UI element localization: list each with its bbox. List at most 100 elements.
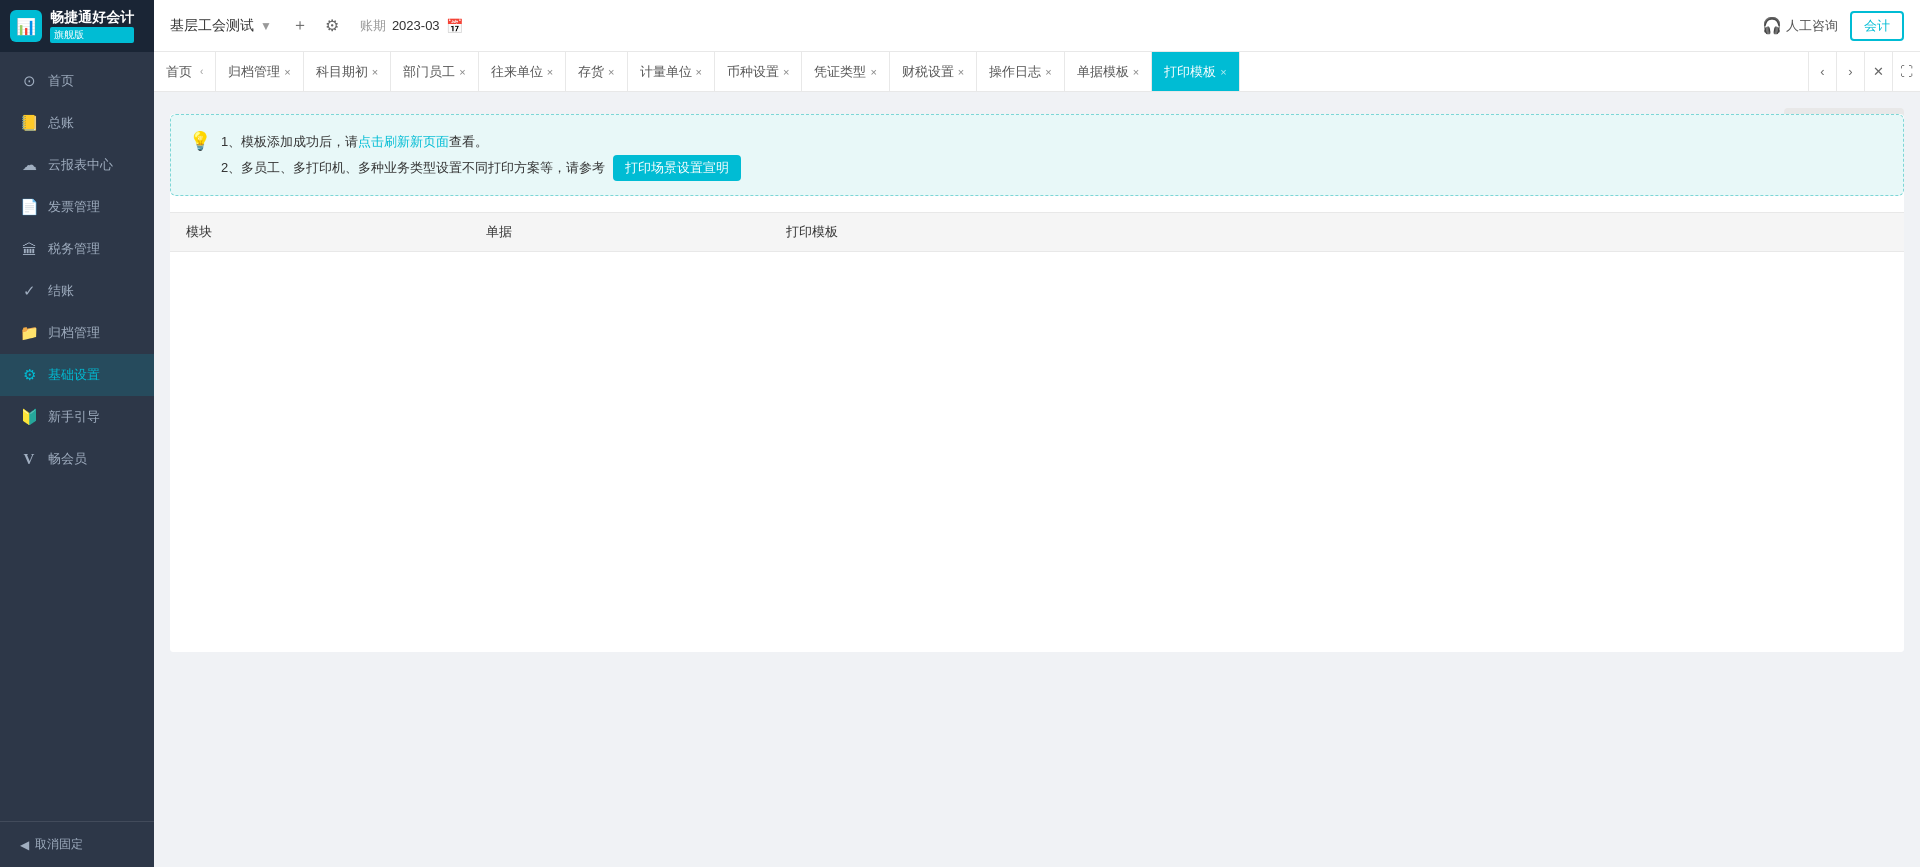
tab-counterparty[interactable]: 往来单位 ×	[479, 52, 566, 92]
topbar: 基层工会测试 ▼ ＋ ⚙ 账期 2023-03 📅 🎧 人工咨询 会计	[154, 0, 1920, 52]
tab-currency[interactable]: 币种设置 ×	[715, 52, 802, 92]
tab-voucher-type-close-icon[interactable]: ×	[870, 66, 876, 78]
sidebar-item-home[interactable]: ⊙ 首页	[0, 60, 154, 102]
tab-print-template-label: 打印模板	[1164, 63, 1216, 81]
settings-icon: ⚙	[20, 366, 38, 384]
topbar-project[interactable]: 基层工会测试 ▼	[170, 17, 272, 35]
tab-home-label: 首页	[166, 63, 192, 81]
ledger-icon: 📒	[20, 114, 38, 132]
topbar-right: 🎧 人工咨询 会计	[1762, 11, 1904, 41]
sidebar-item-label-member: 畅会员	[48, 450, 87, 468]
sidebar-item-tax[interactable]: 🏛 税务管理	[0, 228, 154, 270]
tab-unit[interactable]: 计量单位 ×	[628, 52, 715, 92]
tab-subject-init-label: 科目期初	[316, 63, 368, 81]
notice-line1-before: 1、模板添加成功后，请	[221, 134, 358, 149]
sidebar-item-label-reports: 云报表中心	[48, 156, 113, 174]
sidebar-item-label-guide: 新手引导	[48, 408, 100, 426]
print-scene-button[interactable]: 打印场景设置宣明	[613, 155, 741, 181]
reports-icon: ☁	[20, 156, 38, 174]
tab-op-log-label: 操作日志	[989, 63, 1041, 81]
guide-icon: 🔰	[20, 408, 38, 426]
tab-subject-init[interactable]: 科目期初 ×	[304, 52, 391, 92]
tab-single-voucher-label: 单据模板	[1077, 63, 1129, 81]
sidebar-item-member[interactable]: V 畅会员	[0, 438, 154, 480]
main-area: 基层工会测试 ▼ ＋ ⚙ 账期 2023-03 📅 🎧 人工咨询 会计 首页 ‹…	[154, 0, 1920, 867]
archive-icon: 📁	[20, 324, 38, 342]
sidebar-item-guide[interactable]: 🔰 新手引导	[0, 396, 154, 438]
tab-single-voucher[interactable]: 单据模板 ×	[1065, 52, 1152, 92]
service-label: 人工咨询	[1786, 17, 1838, 35]
tab-fullscreen-button[interactable]: ⛶	[1892, 52, 1920, 92]
sidebar-item-ledger[interactable]: 📒 总账	[0, 102, 154, 144]
tab-counterparty-label: 往来单位	[491, 63, 543, 81]
sidebar-item-reports[interactable]: ☁ 云报表中心	[0, 144, 154, 186]
home-icon: ⊙	[20, 72, 38, 90]
unpin-icon: ◀	[20, 838, 29, 852]
content-wrapper: 💡 1、模板添加成功后，请点击刷新新页面查看。 2、多员工、多打印机、多种业务类…	[170, 114, 1904, 652]
tab-unit-close-icon[interactable]: ×	[696, 66, 702, 78]
table-col-print-template: 打印模板	[786, 223, 1888, 241]
notice-line2-before: 2、多员工、多打印机、多种业务类型设置不同打印方案等，请参考	[221, 160, 605, 175]
customer-service-button[interactable]: 🎧 人工咨询	[1762, 16, 1838, 35]
tab-department-label: 部门员工	[403, 63, 455, 81]
member-icon: V	[20, 451, 38, 468]
settings-gear-button[interactable]: ⚙	[320, 14, 344, 38]
project-name: 基层工会测试	[170, 17, 254, 35]
tab-op-log[interactable]: 操作日志 ×	[977, 52, 1064, 92]
period-label: 账期	[360, 17, 386, 35]
sidebar-nav: ⊙ 首页 📒 总账 ☁ 云报表中心 📄 发票管理 🏛 税务管理 ✓ 结账 📁 归…	[0, 52, 154, 821]
table-col-module: 模块	[186, 223, 486, 241]
app-name: 畅捷通好会计	[50, 9, 134, 26]
notice-refresh-link[interactable]: 点击刷新新页面	[358, 134, 449, 149]
tab-inventory-label: 存货	[578, 63, 604, 81]
tab-home[interactable]: 首页 ‹	[154, 52, 216, 92]
tab-op-log-close-icon[interactable]: ×	[1045, 66, 1051, 78]
tab-voucher-type-label: 凭证类型	[814, 63, 866, 81]
topbar-period: 账期 2023-03 📅	[360, 17, 463, 35]
tab-voucher-type[interactable]: 凭证类型 ×	[802, 52, 889, 92]
tab-close-all-button[interactable]: ✕	[1864, 52, 1892, 92]
tab-department[interactable]: 部门员工 ×	[391, 52, 478, 92]
sidebar-item-archive[interactable]: 📁 归档管理	[0, 312, 154, 354]
tab-currency-label: 币种设置	[727, 63, 779, 81]
tab-scroll-left-button[interactable]: ‹	[1808, 52, 1836, 92]
sidebar-item-label-invoice: 发票管理	[48, 198, 100, 216]
tab-subject-init-close-icon[interactable]: ×	[372, 66, 378, 78]
calendar-icon[interactable]: 📅	[446, 18, 463, 34]
tab-tax-settings[interactable]: 财税设置 ×	[890, 52, 977, 92]
tab-single-voucher-close-icon[interactable]: ×	[1133, 66, 1139, 78]
tab-inventory-close-icon[interactable]: ×	[608, 66, 614, 78]
tab-counterparty-close-icon[interactable]: ×	[547, 66, 553, 78]
sidebar: 📊 畅捷通好会计 旗舰版 ⊙ 首页 📒 总账 ☁ 云报表中心 📄 发票管理 🏛 …	[0, 0, 154, 867]
tab-scroll-right-button[interactable]: ›	[1836, 52, 1864, 92]
sidebar-item-checkout[interactable]: ✓ 结账	[0, 270, 154, 312]
tab-print-template-close-icon[interactable]: ×	[1220, 66, 1226, 78]
invoice-icon: 📄	[20, 198, 38, 216]
tab-currency-close-icon[interactable]: ×	[783, 66, 789, 78]
tab-department-close-icon[interactable]: ×	[459, 66, 465, 78]
tab-tax-settings-label: 财税设置	[902, 63, 954, 81]
checkout-icon: ✓	[20, 282, 38, 300]
period-value: 2023-03	[392, 18, 440, 33]
notice-box: 💡 1、模板添加成功后，请点击刷新新页面查看。 2、多员工、多打印机、多种业务类…	[170, 114, 1904, 196]
headset-icon: 🎧	[1762, 16, 1782, 35]
tab-archive-close-icon[interactable]: ×	[284, 66, 290, 78]
tab-print-template[interactable]: 打印模板 ×	[1152, 52, 1239, 92]
tab-unit-label: 计量单位	[640, 63, 692, 81]
sidebar-item-label-archive: 归档管理	[48, 324, 100, 342]
sidebar-item-settings[interactable]: ⚙ 基础设置	[0, 354, 154, 396]
app-edition: 旗舰版	[50, 27, 134, 43]
add-project-button[interactable]: ＋	[288, 14, 312, 38]
tab-archive-label: 归档管理	[228, 63, 280, 81]
tabbar-navigation: ‹ › ✕ ⛶	[1808, 52, 1920, 92]
sidebar-unpin-button[interactable]: ◀ 取消固定	[0, 821, 154, 867]
tab-archive[interactable]: 归档管理 ×	[216, 52, 303, 92]
tab-inventory[interactable]: 存货 ×	[566, 52, 627, 92]
user-role-button[interactable]: 会计	[1850, 11, 1904, 41]
notice-text: 1、模板添加成功后，请点击刷新新页面查看。 2、多员工、多打印机、多种业务类型设…	[221, 129, 745, 181]
table-col-voucher: 单据	[486, 223, 786, 241]
tab-tax-settings-close-icon[interactable]: ×	[958, 66, 964, 78]
table-body	[170, 252, 1904, 652]
sidebar-item-invoice[interactable]: 📄 发票管理	[0, 186, 154, 228]
sidebar-logo-text: 畅捷通好会计 旗舰版	[50, 9, 134, 44]
